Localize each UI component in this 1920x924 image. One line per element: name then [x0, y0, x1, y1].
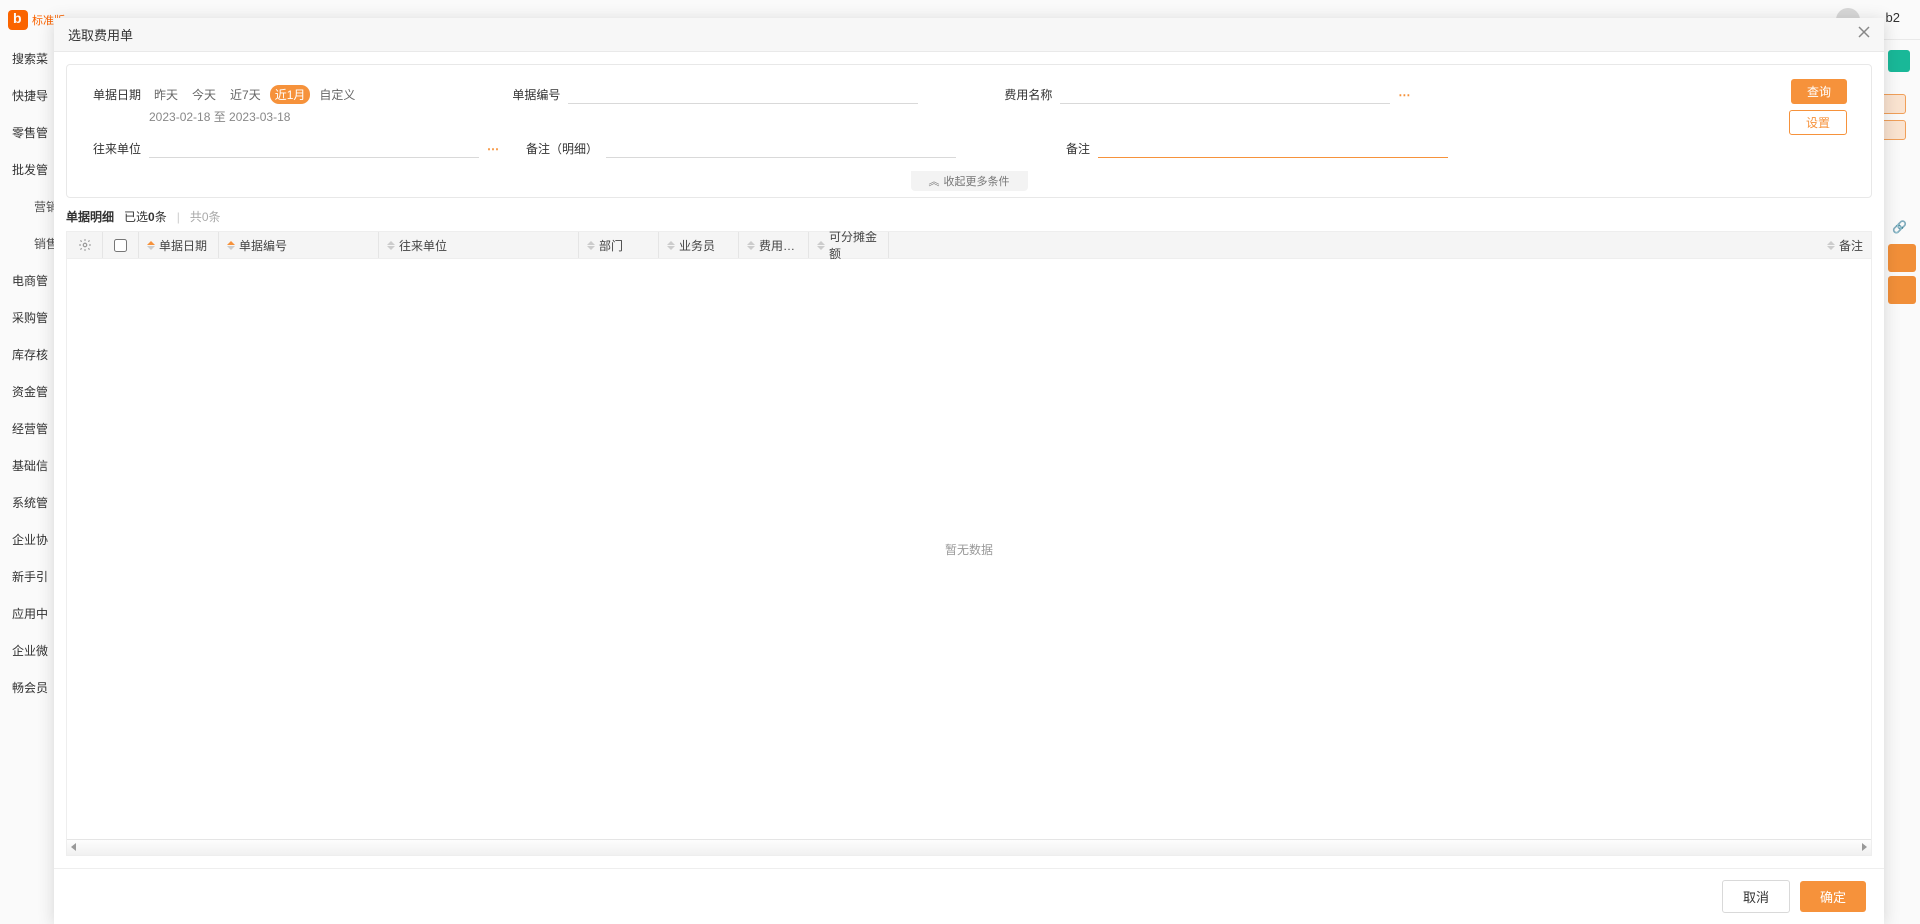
- col-remark[interactable]: 备注: [889, 232, 1871, 258]
- filter-panel: 单据日期 昨天 今天 近7天 近1月 自定义 2023-02-18 至 2023…: [66, 64, 1872, 198]
- sort-icon: [817, 241, 825, 250]
- close-icon: [1857, 25, 1871, 39]
- select-all-header[interactable]: [103, 232, 139, 258]
- cancel-button[interactable]: 取消: [1722, 880, 1790, 913]
- sort-icon: [667, 241, 675, 250]
- modal-body: 单据日期 昨天 今天 近7天 近1月 自定义 2023-02-18 至 2023…: [54, 52, 1884, 868]
- sort-icon: [1827, 241, 1835, 250]
- preset-week[interactable]: 近7天: [225, 85, 266, 104]
- confirm-button[interactable]: 确定: [1800, 881, 1866, 912]
- settings-button[interactable]: 设置: [1789, 110, 1847, 135]
- doc-no-input[interactable]: [568, 85, 918, 104]
- chevron-up-icon: ︽: [929, 173, 940, 189]
- preset-custom[interactable]: 自定义: [314, 85, 360, 104]
- party-input[interactable]: [149, 139, 479, 158]
- selected-count: 已选0条: [124, 208, 167, 225]
- doc-no-label: 单据编号: [504, 86, 560, 103]
- modal-close-button[interactable]: [1854, 25, 1874, 45]
- fee-name-label: 费用名称: [982, 86, 1052, 103]
- sort-icon: [147, 241, 155, 250]
- results-table: 单据日期 单据编号 往来单位 部门 业务员: [66, 231, 1872, 856]
- col-biz[interactable]: 业务员: [659, 232, 739, 258]
- horizontal-scrollbar[interactable]: [67, 839, 1871, 855]
- sort-icon: [747, 241, 755, 250]
- search-button[interactable]: 查询: [1791, 79, 1847, 104]
- fee-name-picker[interactable]: ⋯: [1398, 88, 1411, 102]
- collapse-conditions-toggle[interactable]: ︽ 收起更多条件: [911, 171, 1028, 191]
- remark-detail-label: 备注（明细）: [510, 140, 598, 157]
- column-settings-button[interactable]: [67, 232, 103, 258]
- col-fee[interactable]: 费用…: [739, 232, 809, 258]
- col-doc-date[interactable]: 单据日期: [139, 232, 219, 258]
- vertical-scrollbar[interactable]: [1872, 114, 1882, 808]
- preset-month[interactable]: 近1月: [270, 85, 311, 104]
- select-expense-modal: 选取费用单 单据日期 昨天 今天 近7天 近1月: [54, 18, 1884, 924]
- preset-yesterday[interactable]: 昨天: [149, 85, 183, 104]
- doc-date-label: 单据日期: [85, 86, 141, 103]
- remark-input[interactable]: [1098, 139, 1448, 158]
- gear-icon: [78, 238, 92, 252]
- col-dept[interactable]: 部门: [579, 232, 659, 258]
- party-picker[interactable]: ⋯: [487, 142, 500, 156]
- modal-header: 选取费用单: [54, 18, 1884, 52]
- table-header: 单据日期 单据编号 往来单位 部门 业务员: [67, 231, 1871, 259]
- col-party[interactable]: 往来单位: [379, 232, 579, 258]
- select-all-checkbox[interactable]: [114, 239, 127, 252]
- modal-footer: 取消 确定: [54, 868, 1884, 924]
- remark-detail-input[interactable]: [606, 139, 956, 158]
- table-body-empty: 暂无数据: [67, 259, 1871, 839]
- details-header: 单据明细 已选0条 | 共0条: [66, 208, 1872, 225]
- sort-icon: [227, 241, 235, 250]
- preset-today[interactable]: 今天: [187, 85, 221, 104]
- col-doc-code[interactable]: 单据编号: [219, 232, 379, 258]
- details-title: 单据明细: [66, 208, 114, 225]
- filter-actions: 查询 设置: [1789, 79, 1847, 135]
- date-presets: 昨天 今天 近7天 近1月 自定义: [149, 85, 360, 104]
- sort-icon: [587, 241, 595, 250]
- col-amount[interactable]: 可分摊金额: [809, 232, 889, 258]
- total-count: 共0条: [190, 208, 221, 225]
- sort-icon: [387, 241, 395, 250]
- party-label: 往来单位: [85, 140, 141, 157]
- date-range-display: 2023-02-18 至 2023-03-18: [149, 108, 360, 125]
- fee-name-input[interactable]: [1060, 85, 1390, 104]
- remark-label: 备注: [1020, 140, 1090, 157]
- empty-state-text: 暂无数据: [945, 541, 993, 558]
- modal-title: 选取费用单: [68, 25, 133, 44]
